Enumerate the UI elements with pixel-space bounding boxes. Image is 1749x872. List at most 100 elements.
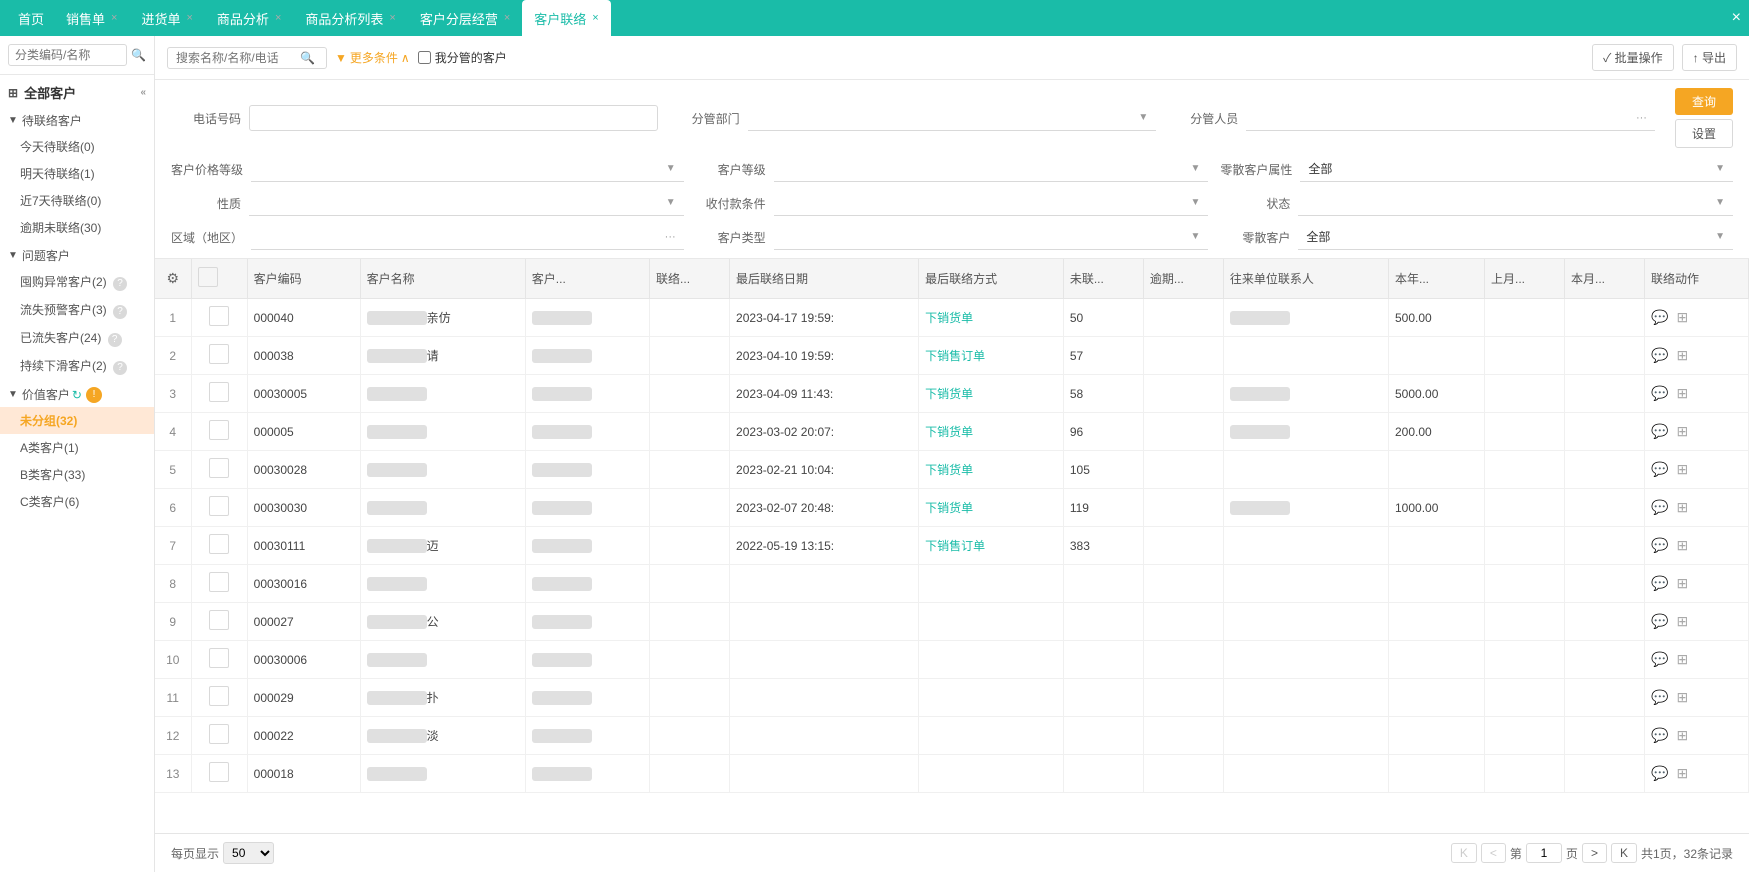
row-checkbox[interactable] — [209, 534, 229, 554]
next-page-btn[interactable]: > — [1582, 843, 1607, 863]
nav-item-customer-segment[interactable]: 客户分层经营 × — [408, 0, 522, 36]
comment-icon[interactable]: 💬 — [1651, 461, 1668, 478]
sidebar-item-abnormal-purchase[interactable]: 囤购异常客户(2) ? — [0, 268, 154, 296]
row-check[interactable] — [191, 337, 247, 375]
value-group-header[interactable]: ▼ 价值客户 ↻ ! — [0, 380, 154, 407]
grid-action-icon[interactable]: ⊞ — [1676, 385, 1688, 402]
per-page-select[interactable]: 50 20 100 — [223, 842, 274, 864]
row-checkbox[interactable] — [209, 572, 229, 592]
problem-group-header[interactable]: ▼ 问题客户 — [0, 241, 154, 268]
row-check[interactable] — [191, 641, 247, 679]
comment-icon[interactable]: 💬 — [1651, 423, 1668, 440]
row-checkbox[interactable] — [209, 686, 229, 706]
row-checkbox[interactable] — [209, 458, 229, 478]
customer-type-select[interactable]: ▼ — [774, 224, 1209, 250]
grid-action-icon[interactable]: ⊞ — [1676, 613, 1688, 630]
grid-action-icon[interactable]: ⊞ — [1676, 347, 1688, 364]
price-level-select[interactable]: ▼ — [251, 156, 684, 182]
contact-way-link[interactable]: 下销货单 — [925, 387, 973, 401]
row-check[interactable] — [191, 679, 247, 717]
sidebar-item-class-b[interactable]: B类客户(33) — [0, 461, 154, 488]
row-checkbox[interactable] — [209, 306, 229, 326]
collapse-sidebar-icon[interactable]: « — [140, 87, 146, 98]
comment-icon[interactable]: 💬 — [1651, 727, 1668, 744]
sidebar-item-class-c[interactable]: C类客户(6) — [0, 488, 154, 515]
sidebar-item-class-a[interactable]: A类客户(1) — [0, 434, 154, 461]
table-settings-icon[interactable]: ⚙ — [166, 270, 179, 286]
close-product-analysis-list-icon[interactable]: × — [389, 12, 395, 24]
grid-action-icon[interactable]: ⊞ — [1676, 689, 1688, 706]
comment-icon[interactable]: 💬 — [1651, 309, 1668, 326]
row-check[interactable] — [191, 451, 247, 489]
row-checkbox[interactable] — [209, 382, 229, 402]
nav-item-product-analysis-list[interactable]: 商品分析列表 × — [293, 0, 407, 36]
contact-way-link[interactable]: 下销货单 — [925, 311, 973, 325]
comment-icon[interactable]: 💬 — [1651, 651, 1668, 668]
payment-select[interactable]: ▼ — [774, 190, 1209, 216]
reset-btn[interactable]: 设置 — [1675, 119, 1733, 148]
grid-action-icon[interactable]: ⊞ — [1676, 499, 1688, 516]
contact-way-link[interactable]: 下销售订单 — [925, 539, 985, 553]
row-check[interactable] — [191, 755, 247, 793]
nav-item-sales[interactable]: 销售单 × — [54, 0, 129, 36]
comment-icon[interactable]: 💬 — [1651, 613, 1668, 630]
contact-way-link[interactable]: 下销货单 — [925, 501, 973, 515]
row-check[interactable] — [191, 413, 247, 451]
row-checkbox[interactable] — [209, 496, 229, 516]
prev-page-btn[interactable]: < — [1481, 843, 1506, 863]
row-check[interactable] — [191, 603, 247, 641]
batch-operation-btn[interactable]: ✓ 批量操作 — [1592, 44, 1674, 71]
nature-select[interactable]: ▼ — [249, 190, 684, 216]
nav-home[interactable]: 首页 — [8, 9, 54, 28]
window-close-icon[interactable]: × — [1732, 9, 1741, 27]
grid-action-icon[interactable]: ⊞ — [1676, 575, 1688, 592]
nav-item-purchase[interactable]: 进货单 × — [129, 0, 204, 36]
my-customers-checkbox[interactable]: 我分管的客户 — [418, 49, 507, 66]
row-check[interactable] — [191, 527, 247, 565]
comment-icon[interactable]: 💬 — [1651, 499, 1668, 516]
close-customer-segment-icon[interactable]: × — [504, 12, 510, 24]
comment-icon[interactable]: 💬 — [1651, 537, 1668, 554]
sidebar-item-tomorrow-pending[interactable]: 明天待联络(1) — [0, 160, 154, 187]
export-btn[interactable]: ↑ 导出 — [1682, 44, 1737, 71]
grid-action-icon[interactable]: ⊞ — [1676, 765, 1688, 782]
filter-search-input[interactable] — [176, 51, 296, 65]
row-check[interactable] — [191, 717, 247, 755]
row-check[interactable] — [191, 299, 247, 337]
status-select[interactable]: ▼ — [1298, 190, 1733, 216]
all-customers-header[interactable]: ⊞ 全部客户 « — [0, 75, 154, 106]
comment-icon[interactable]: 💬 — [1651, 765, 1668, 782]
contact-way-link[interactable]: 下销货单 — [925, 463, 973, 477]
close-customer-contact-icon[interactable]: × — [592, 12, 598, 24]
contact-way-link[interactable]: 下销售订单 — [925, 349, 985, 363]
query-btn[interactable]: 查询 — [1675, 88, 1733, 115]
row-checkbox[interactable] — [209, 420, 229, 440]
sidebar-item-overdue[interactable]: 逾期未联络(30) — [0, 214, 154, 241]
my-customers-check[interactable] — [418, 51, 431, 64]
sidebar-item-today-pending[interactable]: 今天待联络(0) — [0, 133, 154, 160]
sidebar-item-churned[interactable]: 已流失客户(24) ? — [0, 324, 154, 352]
nav-item-product-analysis[interactable]: 商品分析 × — [205, 0, 293, 36]
retail-customer-select[interactable]: 全部 ▼ — [1298, 224, 1733, 250]
last-page-btn[interactable]: K — [1611, 843, 1637, 863]
sidebar-item-churn-warning[interactable]: 流失预警客户(3) ? — [0, 296, 154, 324]
contact-way-link[interactable]: 下销货单 — [925, 425, 973, 439]
settings-col[interactable]: ⚙ — [155, 259, 191, 299]
grid-action-icon[interactable]: ⊞ — [1676, 537, 1688, 554]
pending-group-header[interactable]: ▼ 待联络客户 — [0, 106, 154, 133]
region-more-icon[interactable]: ··· — [665, 231, 676, 243]
manager-more-icon[interactable]: ··· — [1636, 112, 1647, 124]
row-check[interactable] — [191, 565, 247, 603]
refresh-icon[interactable]: ↻ — [72, 388, 82, 402]
sidebar-item-ungrouped[interactable]: 未分组(32) — [0, 407, 154, 434]
grid-action-icon[interactable]: ⊞ — [1676, 727, 1688, 744]
row-check[interactable] — [191, 375, 247, 413]
sidebar-item-declining[interactable]: 持续下滑客户(2) ? — [0, 352, 154, 380]
select-all-checkbox[interactable] — [198, 267, 218, 287]
sidebar-search-icon[interactable]: 🔍 — [131, 48, 146, 62]
row-checkbox[interactable] — [209, 344, 229, 364]
dept-select[interactable]: ▼ — [748, 105, 1157, 131]
comment-icon[interactable]: 💬 — [1651, 347, 1668, 364]
close-sales-icon[interactable]: × — [111, 12, 117, 24]
comment-icon[interactable]: 💬 — [1651, 575, 1668, 592]
